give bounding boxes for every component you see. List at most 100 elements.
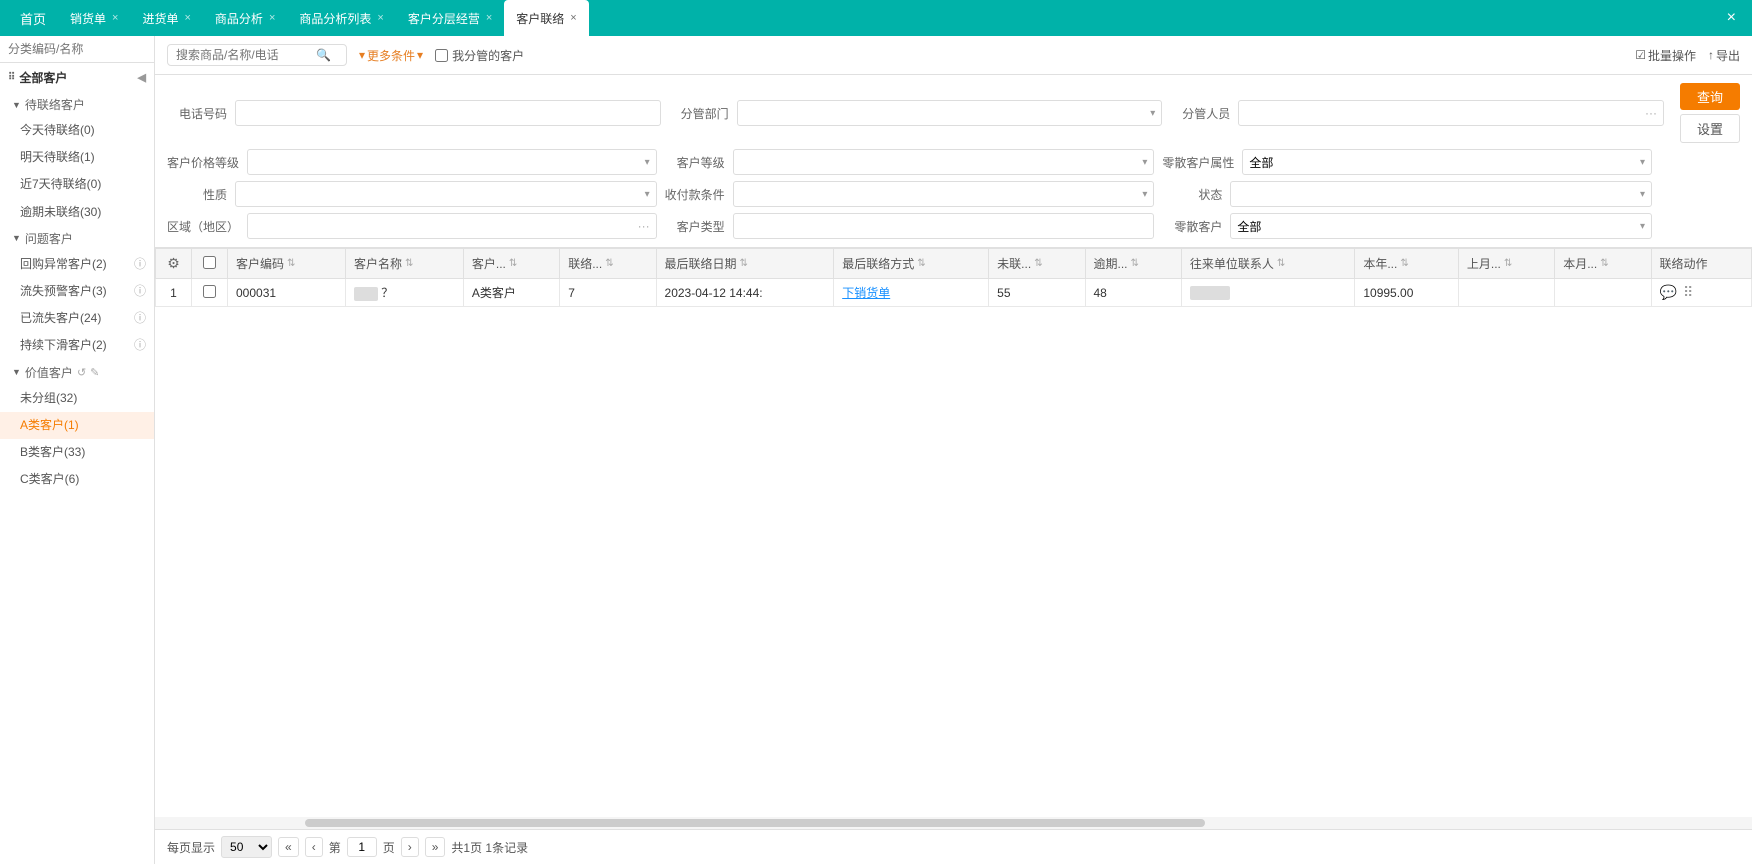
sidebar-item-declining[interactable]: 持续下滑客户(2) ⓘ — [0, 332, 154, 359]
row-checkbox[interactable] — [203, 285, 216, 298]
last-page-btn[interactable]: » — [425, 837, 446, 857]
phone-input[interactable] — [235, 100, 661, 126]
batch-ops-btn[interactable]: ☑ 批量操作 — [1635, 47, 1696, 64]
sidebar-item-today[interactable]: 今天待联络(0) — [0, 117, 154, 144]
data-table: ⚙ 客户编码⇅ 客户名称⇅ 客户...⇅ — [155, 248, 1752, 307]
refresh-icon[interactable]: ↺ — [77, 366, 86, 379]
sort-icon-name: ⇅ — [405, 258, 413, 269]
col-this-year[interactable]: 本年...⇅ — [1355, 249, 1459, 279]
status-select[interactable]: ▾ — [1230, 181, 1652, 207]
filter-row-2: 客户价格等级 ▾ 客户等级 ▾ 零散客户属性 全部 — [167, 149, 1740, 175]
sidebar-item-abnormal[interactable]: 回购异常客户(2) ⓘ — [0, 251, 154, 278]
region-select[interactable]: ··· — [247, 213, 657, 239]
col-settings[interactable]: ⚙ — [156, 249, 192, 279]
last-method-link[interactable]: 下销货单 — [842, 286, 890, 300]
row-no-contact: 55 — [989, 279, 1085, 307]
col-contact[interactable]: 联络...⇅ — [560, 249, 656, 279]
col-last-month[interactable]: 上月...⇅ — [1458, 249, 1554, 279]
customer-type-field: 客户类型 — [665, 213, 1155, 239]
next-page-btn[interactable]: › — [401, 837, 419, 857]
sidebar-item-b-class[interactable]: B类客户(33) — [0, 439, 154, 466]
gear-icon[interactable]: ⚙ — [167, 255, 180, 271]
manager-dots[interactable]: ··· — [1645, 106, 1657, 120]
nature-select[interactable]: ▾ — [235, 181, 657, 207]
page-number-input[interactable] — [347, 837, 377, 857]
group-pending-contact[interactable]: ▼ 待联络客户 — [0, 92, 154, 117]
nav-customer-tier-close[interactable]: × — [486, 12, 492, 24]
page-size-select[interactable]: 50 100 200 — [221, 836, 272, 858]
nav-product-list[interactable]: 商品分析列表 × — [287, 0, 395, 36]
my-customers-checkbox[interactable] — [435, 49, 448, 62]
info-icon: ⓘ — [134, 255, 146, 274]
col-no-contact[interactable]: 未联...⇅ — [989, 249, 1085, 279]
col-last-date[interactable]: 最后联络日期⇅ — [656, 249, 834, 279]
row-last-method[interactable]: 下销货单 — [834, 279, 989, 307]
group-value-customers[interactable]: ▼ 价值客户 ↺ ✎ — [0, 360, 154, 385]
nav-customer-contact[interactable]: 客户联络 × — [504, 0, 588, 36]
sidebar-item-churned[interactable]: 已流失客户(24) ⓘ — [0, 305, 154, 332]
settings-button[interactable]: 设置 — [1680, 114, 1740, 143]
customer-level-select[interactable]: ▾ — [733, 149, 1155, 175]
table-container: ⚙ 客户编码⇅ 客户名称⇅ 客户...⇅ — [155, 248, 1752, 817]
message-action-icon[interactable]: 💬 — [1660, 284, 1677, 301]
col-action-label: 联络动作 — [1660, 257, 1708, 271]
select-all-checkbox[interactable] — [203, 256, 216, 269]
sidebar-item-tomorrow[interactable]: 明天待联络(1) — [0, 144, 154, 171]
row-num: 1 — [156, 279, 192, 307]
manager-select[interactable]: ··· — [1238, 100, 1664, 126]
sidebar-item-ungrouped[interactable]: 未分组(32) — [0, 385, 154, 412]
nav-product-analysis-close[interactable]: × — [269, 12, 275, 24]
row-name: ？ — [345, 279, 463, 307]
main-search-input[interactable] — [176, 48, 316, 62]
main-search-icon[interactable]: 🔍 — [316, 48, 331, 62]
export-btn[interactable]: ↑ 导出 — [1708, 47, 1740, 64]
col-name[interactable]: 客户名称⇅ — [345, 249, 463, 279]
customer-type-input[interactable] — [733, 213, 1155, 239]
prev-page-btn[interactable]: ‹ — [305, 837, 323, 857]
payment-select[interactable]: ▾ — [733, 181, 1155, 207]
name-placeholder — [354, 287, 378, 301]
collapse-icon[interactable]: ◀ — [138, 71, 146, 84]
scrollbar-thumb[interactable] — [305, 819, 1205, 827]
retail-customer-select[interactable]: 全部 ▾ — [1230, 213, 1652, 239]
col-overdue[interactable]: 逾期...⇅ — [1085, 249, 1181, 279]
nav-sales-close[interactable]: × — [112, 12, 118, 24]
sidebar-search-input[interactable] — [8, 42, 155, 56]
col-last-date-label: 最后联络日期 — [665, 255, 737, 272]
all-customers-header[interactable]: ⠿ 全部客户 ◀ — [0, 63, 154, 92]
dept-select[interactable]: ▾ — [737, 100, 1163, 126]
region-dots[interactable]: ··· — [638, 219, 650, 233]
nav-purchase[interactable]: 进货单 × — [130, 0, 202, 36]
sidebar-item-c-class[interactable]: C类客户(6) — [0, 466, 154, 493]
more-filters-btn[interactable]: ▾ 更多条件 ▾ — [359, 47, 423, 64]
status-caret: ▾ — [1640, 189, 1645, 200]
sidebar-item-7days[interactable]: 近7天待联络(0) — [0, 171, 154, 198]
retail-attr-select[interactable]: 全部 ▾ — [1242, 149, 1652, 175]
col-contact-person[interactable]: 往来单位联系人⇅ — [1181, 249, 1355, 279]
sort-icon-date: ⇅ — [740, 258, 748, 269]
edit-icon[interactable]: ✎ — [90, 366, 99, 379]
sidebar-item-churn-warning[interactable]: 流失预警客户(3) ⓘ — [0, 278, 154, 305]
query-button[interactable]: 查询 — [1680, 83, 1740, 110]
sidebar-item-a-class[interactable]: A类客户(1) — [0, 412, 154, 439]
col-type[interactable]: 客户...⇅ — [463, 249, 559, 279]
nav-customer-tier[interactable]: 客户分层经营 × — [396, 0, 504, 36]
close-all-tabs[interactable]: × — [1719, 9, 1744, 27]
first-page-btn[interactable]: « — [278, 837, 299, 857]
sidebar-item-overdue[interactable]: 逾期未联络(30) — [0, 199, 154, 226]
nav-customer-contact-close[interactable]: × — [570, 12, 576, 24]
nav-product-list-close[interactable]: × — [377, 12, 383, 24]
nav-sales[interactable]: 销货单 × — [58, 0, 130, 36]
nav-purchase-close[interactable]: × — [184, 12, 190, 24]
col-this-month[interactable]: 本月...⇅ — [1555, 249, 1651, 279]
qr-action-icon[interactable]: ⠿ — [1683, 284, 1693, 301]
group-problem-customers[interactable]: ▼ 问题客户 — [0, 226, 154, 251]
col-code[interactable]: 客户编码⇅ — [228, 249, 346, 279]
price-level-select[interactable]: ▾ — [247, 149, 657, 175]
status-label: 状态 — [1162, 186, 1222, 203]
nav-product-analysis[interactable]: 商品分析 × — [203, 0, 287, 36]
col-contact-label: 联络... — [568, 255, 602, 272]
col-last-method[interactable]: 最后联络方式⇅ — [834, 249, 989, 279]
nav-home[interactable]: 首页 — [8, 0, 58, 36]
horizontal-scrollbar[interactable] — [155, 817, 1752, 829]
